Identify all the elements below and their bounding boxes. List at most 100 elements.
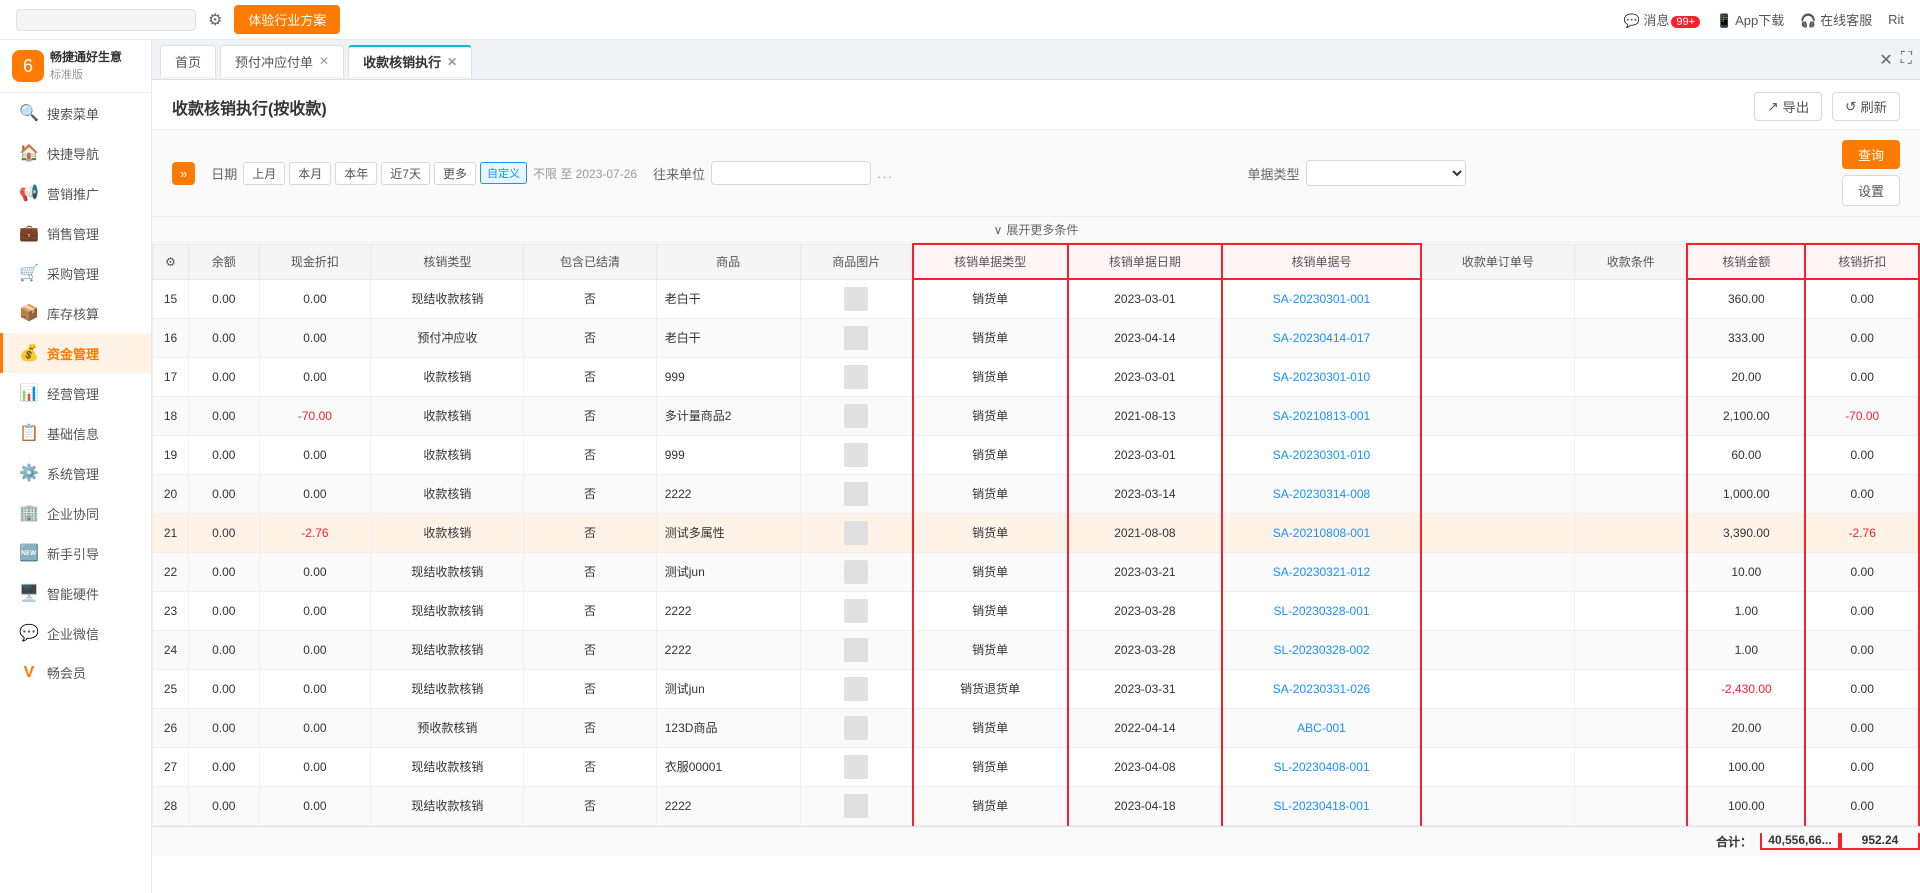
cell-verify-doc-date: 2023-03-28 (1068, 630, 1223, 669)
message-icon[interactable]: 💬 消息99+ (1624, 10, 1701, 29)
cell-verify-doc-no[interactable]: SA-20210808-001 (1222, 513, 1420, 552)
cell-row-num: 17 (153, 357, 189, 396)
cell-verify-doc-no[interactable]: ABC-001 (1222, 708, 1420, 747)
cell-verify-doc-no[interactable]: SA-20230321-012 (1222, 552, 1420, 591)
th-gear[interactable]: ⚙ (153, 244, 189, 279)
filter-expand-button[interactable]: » (172, 162, 195, 185)
query-action-group: 查询 设置 (1842, 140, 1900, 206)
sidebar-item-business[interactable]: 📊 经营管理 (0, 373, 151, 413)
finance-icon: 💰 (19, 343, 39, 363)
verify-doc-link[interactable]: SA-20230301-010 (1273, 448, 1370, 462)
sidebar-item-label: 新手引导 (47, 544, 99, 563)
verify-doc-link[interactable]: SA-20230321-012 (1273, 565, 1370, 579)
tab-prepay[interactable]: 预付冲应付单 ✕ (220, 45, 344, 77)
sidebar-item-basic-info[interactable]: 📋 基础信息 (0, 413, 151, 453)
tab-receipt-verify-close[interactable]: ✕ (447, 55, 457, 69)
date-btn-7days[interactable]: 近7天 (381, 162, 430, 185)
sidebar-item-wechat[interactable]: 💬 企业微信 (0, 613, 151, 653)
cell-balance: 0.00 (189, 435, 260, 474)
cell-verify-doc-type: 销货单 (913, 591, 1068, 630)
cell-verify-doc-no[interactable]: SA-20210813-001 (1222, 396, 1420, 435)
cell-verify-discount: 0.00 (1805, 552, 1919, 591)
date-btn-more[interactable]: 更多 (434, 162, 476, 185)
expand-more-bar[interactable]: ∨ 展开更多条件 (152, 217, 1920, 243)
tab-home[interactable]: 首页 (160, 45, 216, 77)
sidebar-item-inventory[interactable]: 📦 库存核算 (0, 293, 151, 333)
tab-close-all-icon[interactable]: ✕ (1879, 50, 1892, 70)
sidebar-item-purchase[interactable]: 🛒 采购管理 (0, 253, 151, 293)
sidebar-item-hardware[interactable]: 🖥️ 智能硬件 (0, 573, 151, 613)
sidebar-item-system[interactable]: ⚙️ 系统管理 (0, 453, 151, 493)
cell-verify-doc-no[interactable]: SA-20230331-026 (1222, 669, 1420, 708)
verify-doc-link[interactable]: SL-20230408-001 (1273, 760, 1369, 774)
verify-doc-link[interactable]: SA-20230301-001 (1273, 292, 1370, 306)
app-download-link[interactable]: 📱 App下载 (1716, 10, 1784, 29)
cell-verify-doc-no[interactable]: SL-20230328-001 (1222, 591, 1420, 630)
tab-receipt-verify[interactable]: 收款核销执行 ✕ (348, 45, 472, 77)
sidebar-item-search-menu[interactable]: 🔍 搜索菜单 (0, 93, 151, 133)
sidebar: 6 畅捷通好生意 标准版 🔍 搜索菜单 🏠 快捷导航 📢 营销推广 💼 销售管理… (0, 40, 152, 893)
verify-doc-link[interactable]: SA-20210813-001 (1273, 409, 1370, 423)
purchase-icon: 🛒 (19, 263, 39, 283)
verify-doc-link[interactable]: SA-20230331-026 (1273, 682, 1370, 696)
export-button[interactable]: ↗ 导出 (1754, 92, 1822, 121)
settings-button[interactable]: 设置 (1842, 175, 1900, 206)
inventory-icon: 📦 (19, 303, 39, 323)
cell-receipt-order-no (1421, 708, 1575, 747)
sidebar-item-finance[interactable]: 💰 资金管理 (0, 333, 151, 373)
sidebar-item-sales[interactable]: 💼 销售管理 (0, 213, 151, 253)
verify-doc-link[interactable]: SA-20210808-001 (1273, 526, 1370, 540)
cell-verify-doc-no[interactable]: SL-20230408-001 (1222, 747, 1420, 786)
query-button[interactable]: 查询 (1842, 140, 1900, 169)
cell-verify-doc-date: 2023-03-31 (1068, 669, 1223, 708)
user-name[interactable]: Rit (1888, 12, 1904, 27)
sidebar-item-quick-nav[interactable]: 🏠 快捷导航 (0, 133, 151, 173)
cell-product-img (800, 552, 913, 591)
cell-verify-doc-no[interactable]: SL-20230418-001 (1222, 786, 1420, 825)
refresh-button[interactable]: ↺ 刷新 (1832, 92, 1900, 121)
cell-verify-doc-no[interactable]: SA-20230301-010 (1222, 357, 1420, 396)
marketing-icon: 📢 (19, 183, 39, 203)
cell-verify-doc-no[interactable]: SA-20230414-017 (1222, 318, 1420, 357)
online-service-link[interactable]: 🎧 在线客服 (1800, 10, 1872, 29)
industry-button[interactable]: 体验行业方案 (234, 5, 340, 34)
cell-verify-doc-type: 销货单 (913, 630, 1068, 669)
verify-doc-link[interactable]: ABC-001 (1297, 721, 1346, 735)
single-type-select[interactable] (1306, 160, 1466, 186)
member-icon: V (19, 664, 39, 682)
cell-include-settled: 否 (524, 279, 656, 318)
counter-party-input[interactable] (711, 161, 871, 185)
cell-verify-doc-date: 2023-03-01 (1068, 279, 1223, 318)
cell-verify-doc-date: 2023-03-28 (1068, 591, 1223, 630)
cell-verify-doc-no[interactable]: SL-20230328-002 (1222, 630, 1420, 669)
custom-date-badge[interactable]: 自定义 (480, 162, 527, 184)
date-btn-this-month[interactable]: 本月 (289, 162, 331, 185)
sidebar-item-label: 快捷导航 (47, 144, 99, 163)
verify-doc-link[interactable]: SA-20230414-017 (1273, 331, 1370, 345)
sidebar-item-enterprise[interactable]: 🏢 企业协同 (0, 493, 151, 533)
table-row: 28 0.00 0.00 现结收款核销 否 2222 销货单 2023-04-1… (153, 786, 1920, 825)
date-btn-last-month[interactable]: 上月 (243, 162, 285, 185)
cell-receipt-order-no (1421, 591, 1575, 630)
cell-cash-discount: 0.00 (259, 435, 371, 474)
tab-prepay-close[interactable]: ✕ (319, 54, 329, 68)
logo-sub: 标准版 (50, 66, 122, 82)
sidebar-item-marketing[interactable]: 📢 营销推广 (0, 173, 151, 213)
cell-verify-doc-no[interactable]: SA-20230314-008 (1222, 474, 1420, 513)
verify-doc-link[interactable]: SL-20230328-002 (1273, 643, 1369, 657)
search-input[interactable] (16, 9, 196, 31)
tab-expand-icon[interactable]: ⛶ (1901, 50, 1912, 70)
date-btn-this-year[interactable]: 本年 (335, 162, 377, 185)
sidebar-item-guide[interactable]: 🆕 新手引导 (0, 533, 151, 573)
verify-doc-link[interactable]: SL-20230418-001 (1273, 799, 1369, 813)
cell-verify-doc-date: 2021-08-08 (1068, 513, 1223, 552)
verify-doc-link[interactable]: SA-20230301-010 (1273, 370, 1370, 384)
cell-verify-type: 现结收款核销 (371, 591, 524, 630)
cell-verify-doc-no[interactable]: SA-20230301-010 (1222, 435, 1420, 474)
sidebar-item-member[interactable]: V 畅会员 (0, 653, 151, 692)
verify-doc-link[interactable]: SL-20230328-001 (1273, 604, 1369, 618)
verify-doc-link[interactable]: SA-20230314-008 (1273, 487, 1370, 501)
gear-icon[interactable]: ⚙ (208, 10, 222, 30)
th-cash-discount: 现金折扣 (259, 244, 371, 279)
cell-verify-doc-no[interactable]: SA-20230301-001 (1222, 279, 1420, 318)
